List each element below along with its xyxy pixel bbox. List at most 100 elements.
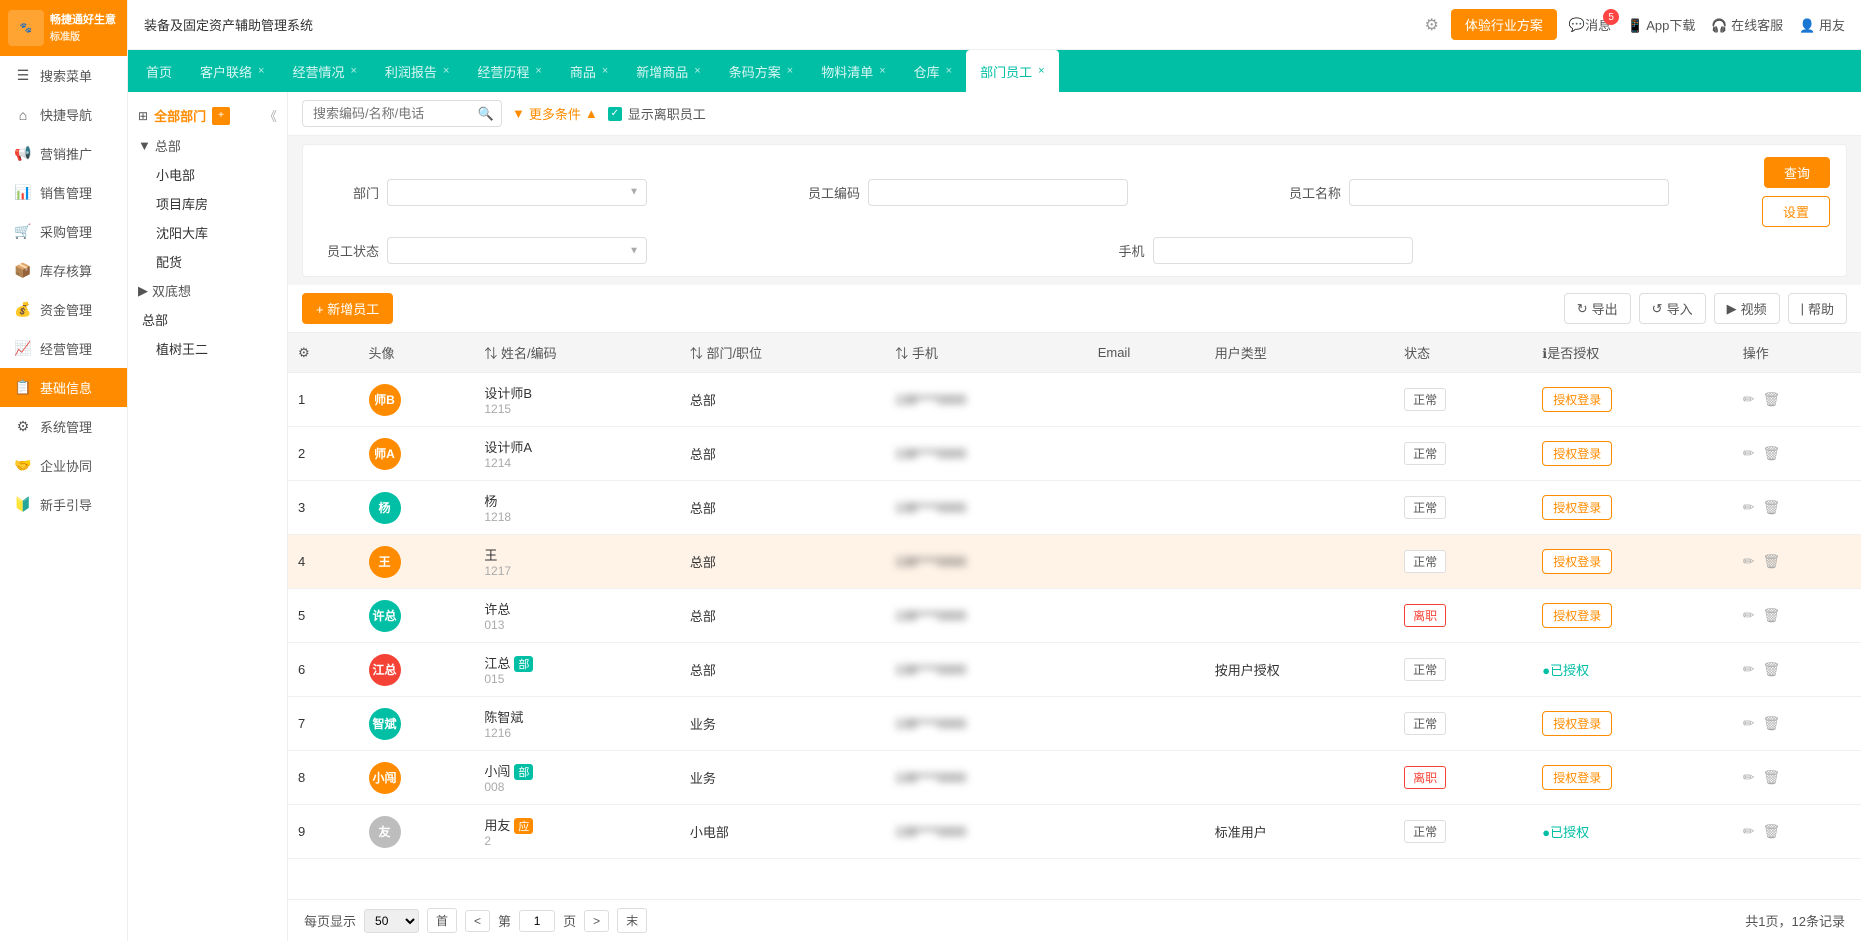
tab-customer[interactable]: 客户联络 × (186, 50, 278, 92)
authorize-button[interactable]: 授权登录 (1542, 549, 1612, 574)
edit-icon[interactable]: ✏ (1743, 445, 1755, 462)
sidebar-item-sales[interactable]: 📊销售管理 (0, 173, 127, 212)
tab-goods[interactable]: 商品 × (556, 50, 622, 92)
close-op-stat-tab[interactable]: × (350, 65, 356, 77)
edit-icon[interactable]: ✏ (1743, 553, 1755, 570)
emp-code-input[interactable] (868, 179, 1128, 206)
dept-item-general-parent[interactable]: ▼ 总部 (128, 131, 287, 160)
dept-item-project[interactable]: 项目库房 (128, 189, 287, 218)
close-profit-tab[interactable]: × (443, 65, 449, 77)
authorize-button[interactable]: 授权登录 (1542, 765, 1612, 790)
export-button[interactable]: ↻ 导出 (1564, 293, 1631, 324)
dept-add-icon[interactable]: + (212, 107, 230, 125)
delete-icon[interactable]: 🗑 (1763, 553, 1781, 570)
sidebar-item-system[interactable]: ⚙系统管理 (0, 407, 127, 446)
page-number-input[interactable] (519, 910, 555, 932)
delete-icon[interactable]: 🗑 (1763, 607, 1781, 624)
sidebar-item-search[interactable]: ☰搜索菜单 (0, 56, 127, 95)
sidebar-item-purchase[interactable]: 🛒采购管理 (0, 212, 127, 251)
trial-button[interactable]: 体验行业方案 (1451, 9, 1557, 40)
close-new-goods-tab[interactable]: × (694, 65, 700, 77)
per-page-select[interactable]: 50 100 (364, 909, 419, 933)
sidebar-item-guide[interactable]: 🔰新手引导 (0, 485, 127, 524)
col-settings[interactable]: ⚙ (288, 333, 359, 373)
close-op-process-tab[interactable]: × (535, 65, 541, 77)
tab-new-goods[interactable]: 新增商品 × (622, 50, 714, 92)
tab-material[interactable]: 物料清单 × (807, 50, 899, 92)
first-page-button[interactable]: 首 (427, 908, 457, 933)
sidebar-item-marketing[interactable]: 📢营销推广 (0, 134, 127, 173)
dept-tree-all-label[interactable]: 全部部门 (154, 106, 206, 125)
authorize-button[interactable]: 授权登录 (1542, 711, 1612, 736)
close-warehouse-tab[interactable]: × (946, 65, 952, 77)
app-download[interactable]: 📱 App下载 (1627, 15, 1695, 34)
tab-operation-stat[interactable]: 经营情况 × (278, 50, 370, 92)
edit-icon[interactable]: ✏ (1743, 823, 1755, 840)
show-resigned-checkbox[interactable]: ✓ (608, 107, 622, 121)
sidebar-item-finance[interactable]: 💰资金管理 (0, 290, 127, 329)
online-service[interactable]: 🎧 在线客服 (1711, 15, 1783, 34)
close-goods-tab[interactable]: × (602, 65, 608, 77)
empstatus-select[interactable] (387, 237, 647, 264)
dept-item-small-elec[interactable]: 小电部 (128, 160, 287, 189)
delete-icon[interactable]: 🗑 (1763, 823, 1781, 840)
sidebar-item-quicknav[interactable]: ⌂快捷导航 (0, 95, 127, 134)
user-avatar[interactable]: 👤 用友 (1799, 15, 1845, 34)
sidebar-item-stock[interactable]: 📦库存核算 (0, 251, 127, 290)
phone-input[interactable] (1153, 237, 1413, 264)
dept-item-distribution[interactable]: 配货 (128, 247, 287, 276)
edit-icon[interactable]: ✏ (1743, 499, 1755, 516)
delete-icon[interactable]: 🗑 (1763, 445, 1781, 462)
delete-icon[interactable]: 🗑 (1763, 661, 1781, 678)
emp-name-input[interactable] (1349, 179, 1669, 206)
set-button[interactable]: 设置 (1762, 196, 1830, 227)
help-button[interactable]: | 帮助 (1788, 293, 1847, 324)
dept-select[interactable] (387, 179, 647, 206)
dept-item-shenyang[interactable]: 沈阳大库 (128, 218, 287, 247)
delete-icon[interactable]: 🗑 (1763, 391, 1781, 408)
close-customer-tab[interactable]: × (258, 65, 264, 77)
settings-icon[interactable]: ⚙ (1425, 15, 1439, 35)
sidebar-item-corp[interactable]: 🤝企业协同 (0, 446, 127, 485)
dept-item-zongbu2[interactable]: 总部 (128, 305, 287, 334)
col-dept-pos[interactable]: ⇅ 部门/职位 (680, 333, 885, 373)
edit-icon[interactable]: ✏ (1743, 769, 1755, 786)
authorize-button[interactable]: 授权登录 (1542, 603, 1612, 628)
delete-icon[interactable]: 🗑 (1763, 769, 1781, 786)
edit-icon[interactable]: ✏ (1743, 661, 1755, 678)
query-button[interactable]: 查询 (1764, 157, 1830, 188)
close-material-tab[interactable]: × (879, 65, 885, 77)
tab-dept-staff[interactable]: 部门员工 × (966, 50, 1058, 92)
close-dept-staff-tab[interactable]: × (1038, 65, 1044, 77)
dept-item-biandui[interactable]: ▶ 双底想 (128, 276, 287, 305)
message-badge[interactable]: 💬 消息 5 (1569, 15, 1611, 34)
collapse-tree-icon[interactable]: 《 (264, 106, 277, 125)
edit-icon[interactable]: ✏ (1743, 715, 1755, 732)
authorize-button[interactable]: 授权登录 (1542, 441, 1612, 466)
tab-barcode[interactable]: 条码方案 × (715, 50, 807, 92)
add-employee-button[interactable]: + 新增员工 (302, 293, 393, 324)
sidebar-item-basic[interactable]: 📋基础信息 (0, 368, 127, 407)
edit-icon[interactable]: ✏ (1743, 391, 1755, 408)
import-button[interactable]: ↺ 导入 (1639, 293, 1706, 324)
view-button[interactable]: ▶ 视频 (1714, 293, 1780, 324)
prev-page-button[interactable]: < (465, 910, 490, 932)
dept-item-plantking[interactable]: 植树王二 (128, 334, 287, 363)
col-name-code[interactable]: ⇅ 姓名/编码 (474, 333, 679, 373)
delete-icon[interactable]: 🗑 (1763, 715, 1781, 732)
search-input[interactable] (302, 100, 502, 127)
edit-icon[interactable]: ✏ (1743, 607, 1755, 624)
tab-warehouse[interactable]: 仓库 × (900, 50, 966, 92)
delete-icon[interactable]: 🗑 (1763, 499, 1781, 516)
tab-operation-process[interactable]: 经营历程 × (463, 50, 555, 92)
col-phone[interactable]: ⇅ 手机 (885, 333, 1087, 373)
tab-profit[interactable]: 利润报告 × (371, 50, 463, 92)
close-barcode-tab[interactable]: × (787, 65, 793, 77)
next-page-button[interactable]: > (584, 910, 609, 932)
authorize-button[interactable]: 授权登录 (1542, 495, 1612, 520)
authorize-button[interactable]: 授权登录 (1542, 387, 1612, 412)
tab-home[interactable]: 首页 (132, 50, 186, 92)
more-filter-button[interactable]: ▼ 更多条件 ▲ (512, 104, 598, 123)
last-page-button[interactable]: 末 (617, 908, 647, 933)
sidebar-item-operation[interactable]: 📈经营管理 (0, 329, 127, 368)
